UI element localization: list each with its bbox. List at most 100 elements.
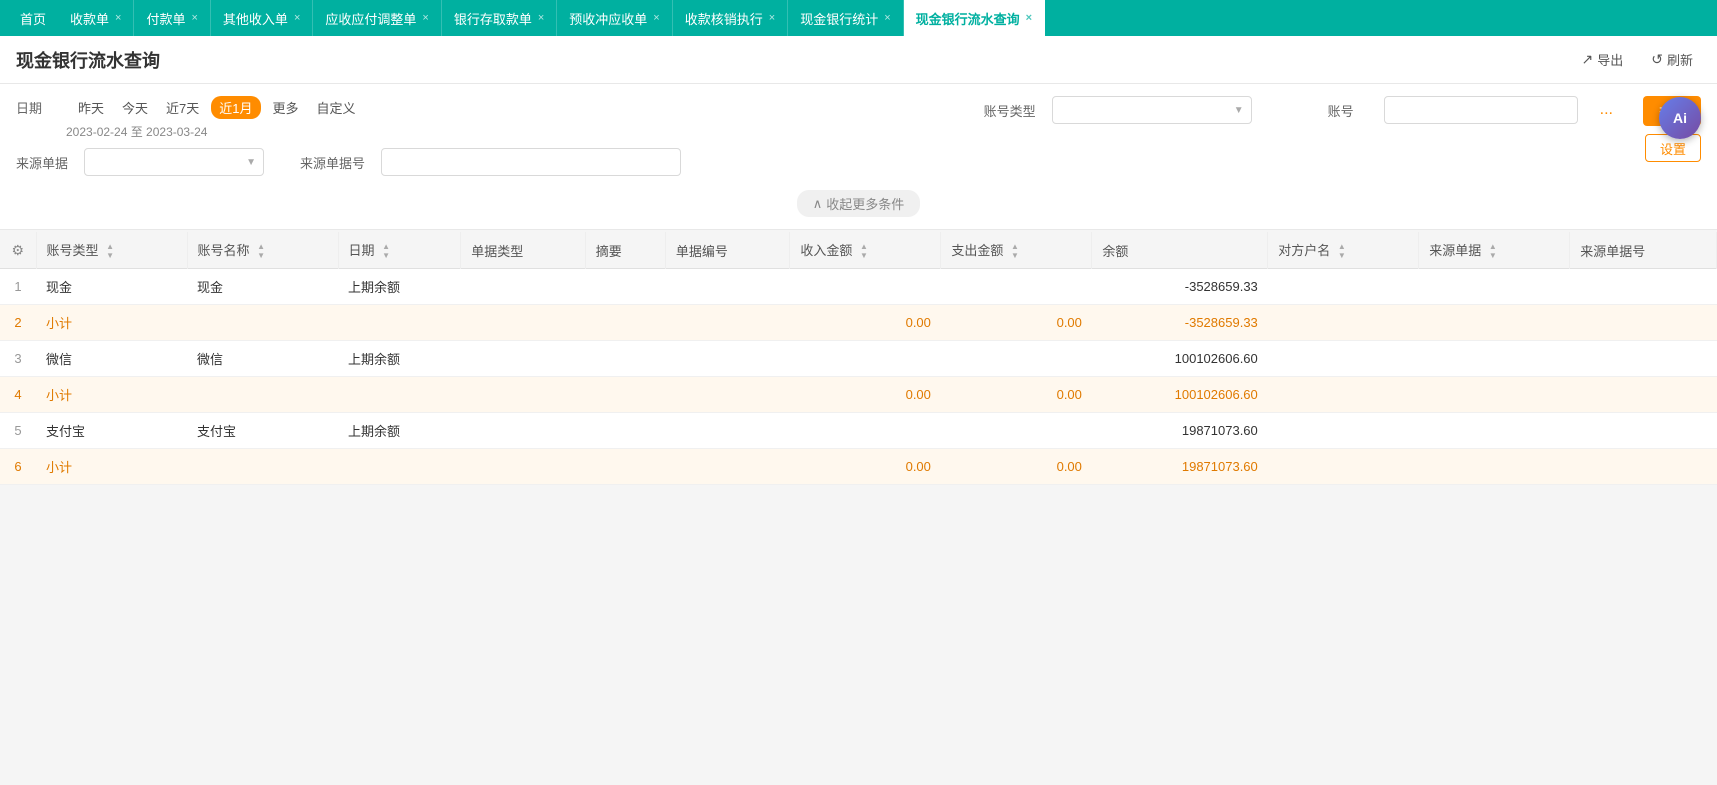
col-doc-type-label: 单据类型 [471,244,523,259]
cell-account-type: 支付宝 [36,413,187,449]
date-range-text: 2023-02-24 至 2023-03-24 [66,125,207,139]
ai-badge[interactable]: Ai [1659,97,1701,139]
header-actions: ↗ 导出 ↺ 刷新 [1574,46,1702,73]
nav-bank-deposit[interactable]: 银行存取款单 × [442,0,557,36]
cell-account-name: 微信 [187,341,338,377]
filter-row-account-type: 账号类型 ▼ [984,96,1304,124]
nav-bank-flow-label: 现金银行流水查询 [916,9,1020,28]
cell-date [338,449,461,485]
cell-date: 上期余额 [338,341,461,377]
table-row[interactable]: 4 小计 0.00 0.00 100102606.60 [0,377,1717,413]
cell-source-doc [1419,449,1570,485]
account-dots-button[interactable]: ... [1594,101,1619,119]
table-row[interactable]: 6 小计 0.00 0.00 19871073.60 [0,449,1717,485]
cell-account-name [187,377,338,413]
date-week[interactable]: 近7天 [160,96,205,119]
cell-summary [585,341,665,377]
cell-expense [941,413,1092,449]
account-type-select-wrap: ▼ [1052,96,1252,124]
sort-counterpart[interactable]: ▲▼ [1338,243,1346,260]
cell-counterpart [1268,377,1419,413]
ai-label: Ai [1673,110,1687,126]
export-icon: ↗ [1582,51,1594,68]
account-type-label: 账号类型 [984,101,1036,120]
date-yesterday[interactable]: 昨天 [72,96,110,119]
cell-balance: -3528659.33 [1092,269,1268,305]
account-input[interactable] [1384,96,1578,124]
export-button[interactable]: ↗ 导出 [1574,46,1632,73]
cell-doc-no [665,341,789,377]
nav-bank-deposit-label: 银行存取款单 [454,9,532,28]
cell-doc-no [665,377,789,413]
source-doc-label: 来源单据 [16,153,68,172]
refresh-button[interactable]: ↺ 刷新 [1643,46,1701,73]
date-more[interactable]: 更多 [267,96,305,119]
sort-income[interactable]: ▲▼ [860,243,868,260]
nav-bank-stats-close[interactable]: × [884,12,890,24]
date-month[interactable]: 近1月 [211,96,260,119]
nav-verify-exec[interactable]: 收款核销执行 × [673,0,788,36]
cell-source-doc-no [1570,413,1717,449]
filter-row-source: 来源单据 ▼ 来源单据号 [16,148,960,176]
sort-source-doc[interactable]: ▲▼ [1489,243,1497,260]
nav-bank-stats[interactable]: 现金银行统计 × [788,0,903,36]
cell-balance: 100102606.60 [1092,377,1268,413]
nav-other-income[interactable]: 其他收入单 × [211,0,313,36]
cell-row-num: 5 [0,413,36,449]
cell-account-type: 小计 [36,305,187,341]
sort-expense[interactable]: ▲▼ [1011,243,1019,260]
col-settings: ⚙ [0,232,36,269]
sort-account-type[interactable]: ▲▼ [106,243,114,260]
nav-pre-receipt-close[interactable]: × [653,12,659,24]
page-title: 现金银行流水查询 [16,47,160,73]
date-options: 昨天 今天 近7天 近1月 更多 自定义 [72,96,362,119]
cell-doc-no [665,449,789,485]
cell-balance: 19871073.60 [1092,413,1268,449]
source-doc-select[interactable] [84,148,264,176]
nav-ar-ap-adjust[interactable]: 应收应付调整单 × [313,0,441,36]
sort-account-name[interactable]: ▲▼ [257,243,265,260]
cell-source-doc [1419,305,1570,341]
sort-date[interactable]: ▲▼ [382,243,390,260]
table-settings-icon[interactable]: ⚙ [11,242,24,258]
collapse-row: ∧ 收起更多条件 [16,190,1701,217]
nav-verify-exec-close[interactable]: × [769,12,775,24]
nav-bank-deposit-close[interactable]: × [538,12,544,24]
settings-button[interactable]: 设置 [1645,134,1701,162]
table-row[interactable]: 2 小计 0.00 0.00 -3528659.33 [0,305,1717,341]
cell-counterpart [1268,341,1419,377]
nav-other-income-close[interactable]: × [294,12,300,24]
cell-source-doc-no [1570,269,1717,305]
cell-summary [585,305,665,341]
cell-row-num: 2 [0,305,36,341]
source-doc-no-input[interactable] [381,148,681,176]
filter-row-date: 日期 昨天 今天 近7天 近1月 更多 自定义 [16,96,960,119]
nav-receipt[interactable]: 收款单 × [58,0,134,36]
nav-payment[interactable]: 付款单 × [134,0,210,36]
nav-bank-flow-close[interactable]: × [1026,12,1032,24]
table-row[interactable]: 5 支付宝 支付宝 上期余额 19871073.60 [0,413,1717,449]
source-doc-no-label: 来源单据号 [300,153,365,172]
cell-summary [585,413,665,449]
date-today[interactable]: 今天 [116,96,154,119]
filter-area: 日期 昨天 今天 近7天 近1月 更多 自定义 2023-02-24 至 202… [0,84,1717,230]
nav-bank-flow[interactable]: 现金银行流水查询 × [904,0,1045,36]
cell-account-type: 小计 [36,449,187,485]
col-source-doc-no-label: 来源单据号 [1580,244,1645,259]
cell-account-type: 小计 [36,377,187,413]
table-row[interactable]: 3 微信 微信 上期余额 100102606.60 [0,341,1717,377]
collapse-button[interactable]: ∧ 收起更多条件 [797,190,921,217]
col-balance-label: 余额 [1102,244,1128,259]
nav-ar-ap-close[interactable]: × [422,12,428,24]
cell-row-num: 4 [0,377,36,413]
account-type-select[interactable] [1052,96,1252,124]
table-row[interactable]: 1 现金 现金 上期余额 -3528659.33 [0,269,1717,305]
date-custom[interactable]: 自定义 [311,96,362,119]
nav-receipt-close[interactable]: × [115,12,121,24]
cell-doc-type [461,305,585,341]
nav-payment-close[interactable]: × [191,12,197,24]
nav-home[interactable]: 首页 [8,0,58,36]
export-label: 导出 [1597,50,1623,69]
cell-balance: -3528659.33 [1092,305,1268,341]
nav-pre-receipt[interactable]: 预收冲应收单 × [557,0,672,36]
